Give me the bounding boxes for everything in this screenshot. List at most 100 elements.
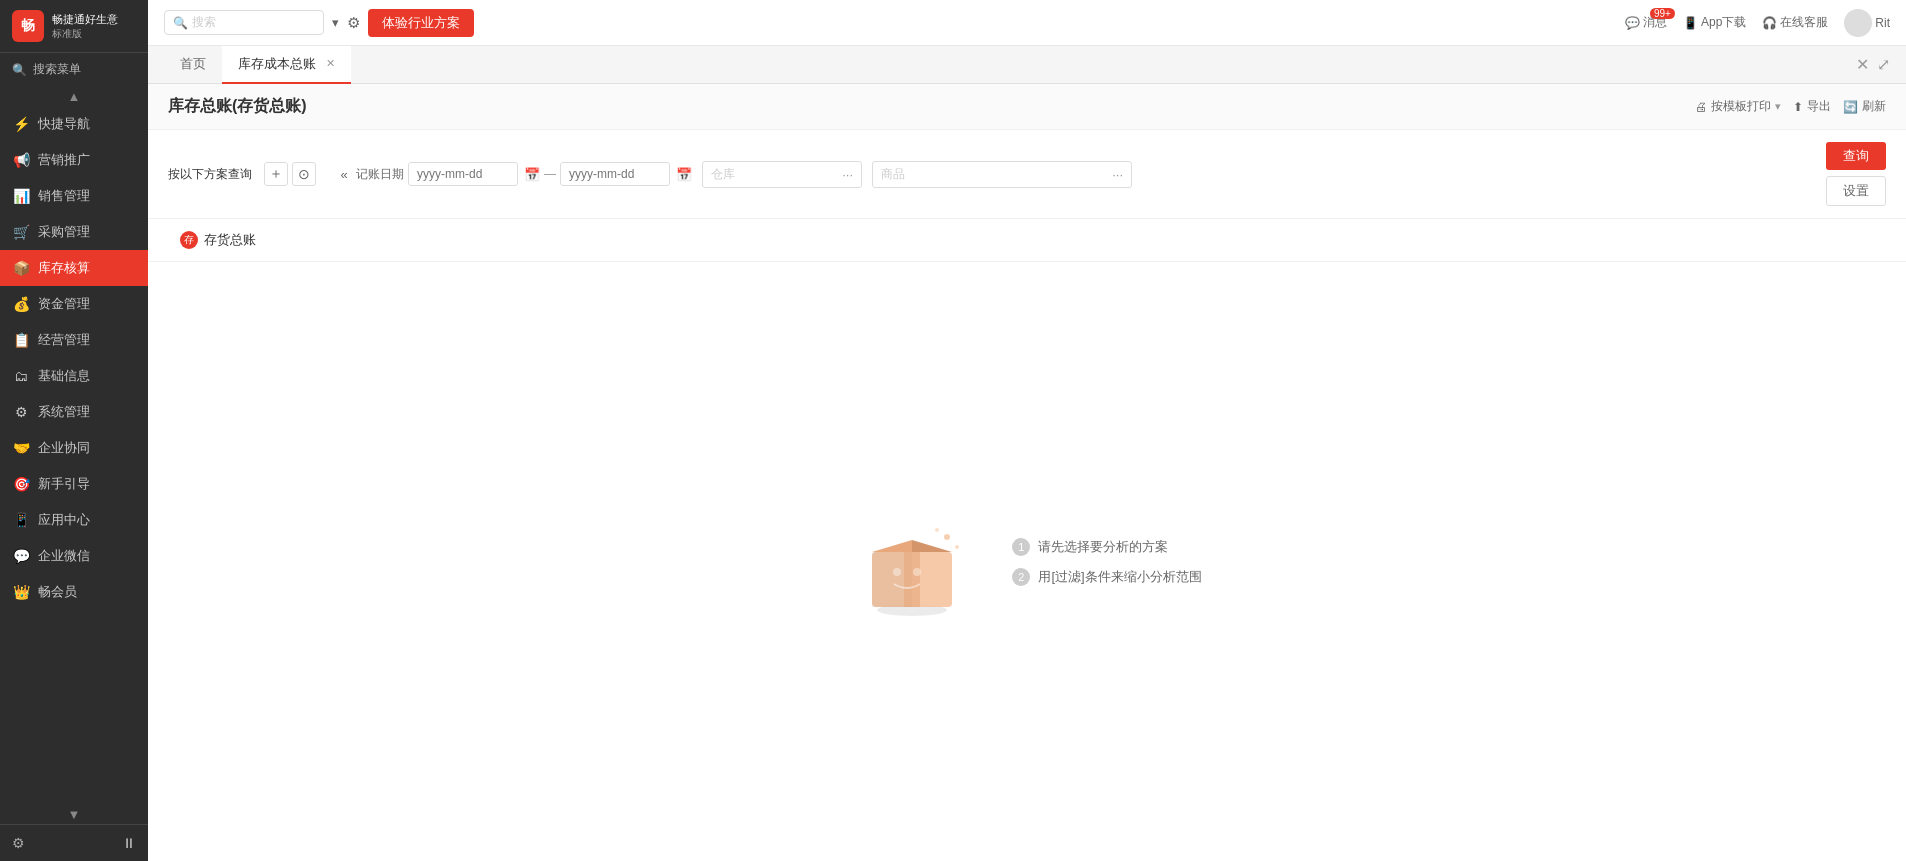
step-num-1: 1	[1012, 538, 1030, 556]
speaker-footer-icon[interactable]: ⏸	[122, 835, 136, 851]
online-service-button[interactable]: 🎧 在线客服	[1762, 14, 1828, 31]
tab-inventory-ledger[interactable]: 库存成本总账 ✕	[222, 46, 351, 84]
sidebar-item-system[interactable]: ⚙ 系统管理	[0, 394, 148, 430]
svg-rect-3	[904, 552, 920, 607]
scroll-down-btn[interactable]: ▼	[0, 804, 148, 824]
date-field-label: 记账日期	[356, 166, 404, 183]
avatar	[1844, 9, 1872, 37]
sidebar-item-member[interactable]: 👑 畅会员	[0, 574, 148, 610]
sidebar-item-newbie[interactable]: 🎯 新手引导	[0, 466, 148, 502]
topbar-settings-icon[interactable]: ⚙	[347, 14, 360, 32]
page-container: 库存总账(存货总账) 🖨 按模板打印 ▾ ⬆ 导出 🔄 刷新 按以下方案查询	[148, 84, 1906, 861]
topbar-search-icon: 🔍	[173, 16, 188, 30]
main-content: 🔍 搜索 ▾ ⚙ 体验行业方案 💬 消息 99+ 📱 App下载 🎧 在线客服	[148, 0, 1906, 861]
sidebar-item-inventory[interactable]: 📦 库存核算	[0, 250, 148, 286]
goods-more-icon[interactable]: ···	[1112, 167, 1123, 182]
scheme-label: 存货总账	[204, 231, 256, 249]
collapse-filter-btn[interactable]: «	[332, 162, 356, 186]
tab-home[interactable]: 首页	[164, 46, 222, 84]
empty-illustration	[852, 502, 972, 622]
sidebar-item-wxwork[interactable]: 💬 企业微信	[0, 538, 148, 574]
user-menu[interactable]: Rit	[1844, 9, 1890, 37]
empty-state: 1 请先选择要分析的方案 2 用[过滤]条件来缩小分析范围	[148, 262, 1906, 861]
refresh-button[interactable]: 🔄 刷新	[1843, 98, 1886, 115]
svg-point-8	[913, 568, 921, 576]
sidebar-item-finance[interactable]: 💰 资金管理	[0, 286, 148, 322]
operations-icon: 📋	[12, 332, 30, 348]
industry-solution-button[interactable]: 体验行业方案	[368, 9, 474, 37]
scroll-up-btn[interactable]: ▲	[0, 86, 148, 106]
member-icon: 👑	[12, 584, 30, 600]
purchase-icon: 🛒	[12, 224, 30, 240]
phone-icon: 📱	[1683, 16, 1698, 30]
export-icon: ⬆	[1793, 100, 1803, 114]
messages-button[interactable]: 💬 消息 99+	[1625, 14, 1667, 31]
search-icon: 🔍	[12, 63, 27, 77]
goods-field[interactable]: 商品 ···	[872, 161, 1132, 188]
print-dropdown-icon[interactable]: ▾	[1775, 100, 1781, 113]
finance-icon: 💰	[12, 296, 30, 312]
reset-filter-btn[interactable]: ⊙	[292, 162, 316, 186]
add-filter-btn[interactable]: ＋	[264, 162, 288, 186]
sidebar-item-marketing[interactable]: 📢 营销推广	[0, 142, 148, 178]
calendar-start-icon[interactable]: 📅	[524, 167, 540, 182]
topbar-search-box[interactable]: 🔍 搜索	[164, 10, 324, 35]
logo-icon: 畅	[12, 10, 44, 42]
filter-area: 按以下方案查询 ＋ ⊙ « 记账日期 📅 — 📅 仓库 ···	[148, 130, 1906, 219]
date-separator: —	[544, 167, 556, 181]
svg-point-7	[893, 568, 901, 576]
sidebar-item-appstore[interactable]: 📱 应用中心	[0, 502, 148, 538]
export-button[interactable]: ⬆ 导出	[1793, 98, 1831, 115]
marketing-icon: 📢	[12, 152, 30, 168]
step-num-2: 2	[1012, 568, 1030, 586]
print-template-button[interactable]: 🖨 按模板打印 ▾	[1695, 98, 1781, 115]
refresh-icon: 🔄	[1843, 100, 1858, 114]
inventory-icon: 📦	[12, 260, 30, 276]
sidebar-item-sales[interactable]: 📊 销售管理	[0, 178, 148, 214]
date-start-input[interactable]	[408, 162, 518, 186]
page-header: 库存总账(存货总账) 🖨 按模板打印 ▾ ⬆ 导出 🔄 刷新	[148, 84, 1906, 130]
sidebar-item-basic[interactable]: 🗂 基础信息	[0, 358, 148, 394]
logo-text: 畅捷通好生意 标准版	[52, 12, 118, 39]
topbar-left: 🔍 搜索 ▾ ⚙ 体验行业方案	[164, 9, 1617, 37]
sidebar-footer: ⚙ ⏸	[0, 824, 148, 861]
scheme-item-inventory-ledger[interactable]: 存 存货总账	[168, 227, 268, 253]
settings-button[interactable]: 设置	[1826, 176, 1886, 206]
settings-footer-icon[interactable]: ⚙	[12, 835, 25, 851]
scheme-icon: 存	[180, 231, 198, 249]
date-field: 记账日期 📅 — 📅	[356, 162, 692, 186]
topbar: 🔍 搜索 ▾ ⚙ 体验行业方案 💬 消息 99+ 📱 App下载 🎧 在线客服	[148, 0, 1906, 46]
sales-icon: 📊	[12, 188, 30, 204]
filter-fields: 记账日期 📅 — 📅 仓库 ··· 商品 ···	[356, 161, 1814, 188]
warehouse-placeholder: 仓库	[711, 166, 838, 183]
calendar-end-icon[interactable]: 📅	[676, 167, 692, 182]
basic-icon: 🗂	[12, 368, 30, 384]
sidebar-nav: ⚡ 快捷导航 📢 营销推广 📊 销售管理 🛒 采购管理 📦 库存核算 💰 资金管…	[0, 106, 148, 804]
search-menu-item[interactable]: 🔍 搜索菜单	[0, 53, 148, 86]
wxwork-icon: 💬	[12, 548, 30, 564]
tab-close-icon[interactable]: ✕	[326, 57, 335, 70]
sidebar-item-enterprise[interactable]: 🤝 企业协同	[0, 430, 148, 466]
sidebar-item-purchase[interactable]: 🛒 采购管理	[0, 214, 148, 250]
sidebar-item-operations[interactable]: 📋 经营管理	[0, 322, 148, 358]
date-end-input[interactable]	[560, 162, 670, 186]
print-icon: 🖨	[1695, 100, 1707, 114]
svg-point-6	[935, 528, 939, 532]
sidebar-logo: 畅 畅捷通好生意 标准版	[0, 0, 148, 53]
filter-actions: ＋ ⊙	[264, 162, 316, 186]
topbar-chevron-icon[interactable]: ▾	[332, 15, 339, 30]
empty-step-2: 2 用[过滤]条件来缩小分析范围	[1012, 568, 1201, 586]
empty-step-1: 1 请先选择要分析的方案	[1012, 538, 1201, 556]
warehouse-field[interactable]: 仓库 ···	[702, 161, 862, 188]
goods-placeholder: 商品	[881, 166, 1108, 183]
sidebar-item-quick-nav[interactable]: ⚡ 快捷导航	[0, 106, 148, 142]
expand-icon[interactable]: ⤢	[1877, 55, 1890, 74]
query-button[interactable]: 查询	[1826, 142, 1886, 170]
warehouse-more-icon[interactable]: ···	[842, 167, 853, 182]
appstore-icon: 📱	[12, 512, 30, 528]
svg-point-4	[944, 534, 950, 540]
scheme-list: 存 存货总账	[148, 219, 1906, 262]
app-download-button[interactable]: 📱 App下载	[1683, 14, 1746, 31]
system-icon: ⚙	[12, 404, 30, 420]
tab-close-panel-icon[interactable]: ✕	[1856, 55, 1869, 74]
